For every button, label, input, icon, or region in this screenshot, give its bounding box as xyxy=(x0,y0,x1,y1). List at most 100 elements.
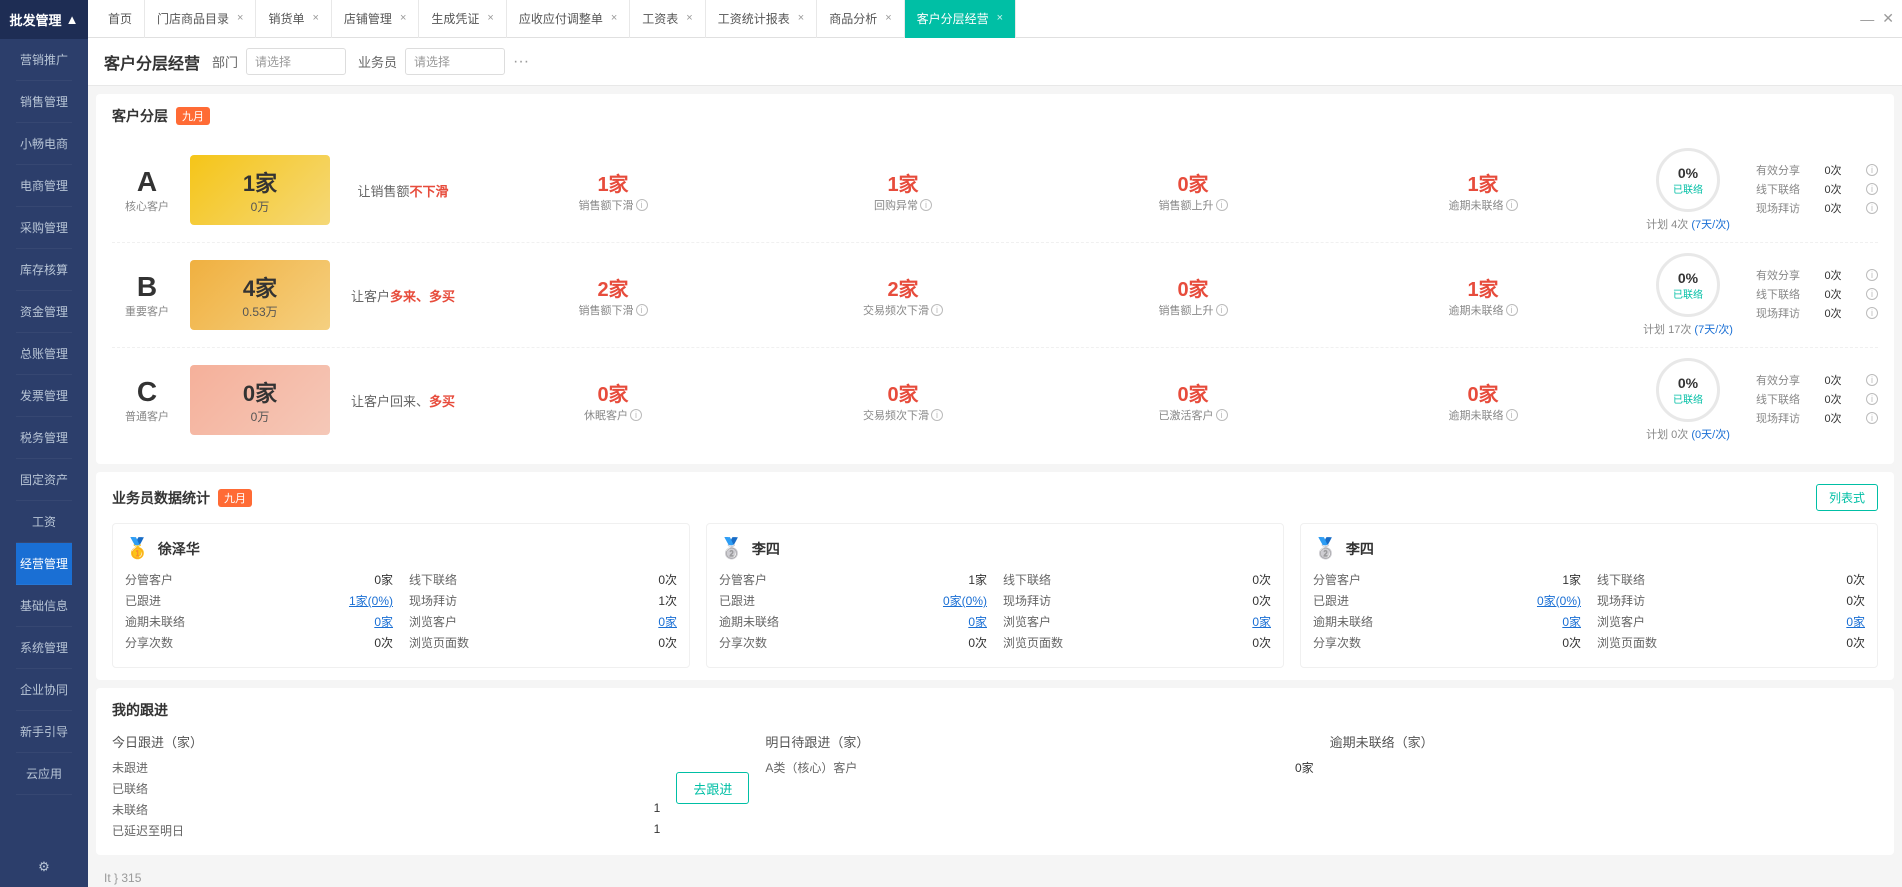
window-minimize-icon[interactable]: — xyxy=(1860,11,1874,27)
sidebar-item-税务管理[interactable]: 税务管理 xyxy=(16,417,72,459)
more-options-icon[interactable]: ··· xyxy=(513,53,529,71)
overdue-follow-col: 逾期未联络（家） xyxy=(1330,732,1878,843)
staff-row-val-1-2[interactable]: 0家 xyxy=(968,613,987,630)
staff-row-rval-0-2[interactable]: 0家 xyxy=(658,613,677,630)
tab-close-icon[interactable]: × xyxy=(798,13,804,24)
staff-row-rval-2-1: 0次 xyxy=(1846,592,1865,609)
sidebar-item-营销推广[interactable]: 营销推广 xyxy=(16,39,72,81)
info-icon-action[interactable]: i xyxy=(1866,183,1878,195)
tier-contact-A: 0% 已联络 计划 4次 (7天/次) xyxy=(1628,148,1748,232)
info-icon[interactable]: i xyxy=(1506,304,1518,316)
staff-row-left-0-1: 已跟进 1家(0%) xyxy=(125,592,393,609)
tab-首页[interactable]: 首页 xyxy=(96,0,145,38)
info-icon[interactable]: i xyxy=(1216,199,1228,211)
staff-row-rlabel-2-2: 浏览客户 xyxy=(1597,613,1645,630)
info-icon[interactable]: i xyxy=(636,199,648,211)
tab-工资表[interactable]: 工资表× xyxy=(630,0,705,38)
sidebar-item-销售管理[interactable]: 销售管理 xyxy=(16,81,72,123)
action-count-C-1: 0次 xyxy=(1824,391,1841,407)
contact-plan-B: 计划 17次 (7天/次) xyxy=(1628,321,1748,337)
tab-生成凭证[interactable]: 生成凭证× xyxy=(419,0,506,38)
sidebar-item-电商管理[interactable]: 电商管理 xyxy=(16,165,72,207)
staff-medal-1: 🥈 xyxy=(719,536,744,561)
tab-close-icon[interactable]: × xyxy=(686,13,692,24)
sidebar-item-经营管理[interactable]: 经营管理 xyxy=(16,543,72,585)
info-icon[interactable]: i xyxy=(1506,409,1518,421)
staff-row-rlabel-1-3: 浏览页面数 xyxy=(1003,634,1063,651)
info-icon[interactable]: i xyxy=(920,199,932,211)
sidebar-item-资金管理[interactable]: 资金管理 xyxy=(16,291,72,333)
tab-close-icon[interactable]: × xyxy=(611,13,617,24)
info-icon[interactable]: i xyxy=(1216,409,1228,421)
sales-select[interactable]: 请选择 xyxy=(405,48,505,75)
go-follow-button[interactable]: 去跟进 xyxy=(676,772,749,804)
staff-row-rval-2-3: 0次 xyxy=(1846,634,1865,651)
staff-row-val-1-1[interactable]: 0家(0%) xyxy=(943,592,987,609)
staff-row-right-0-3: 浏览页面数 0次 xyxy=(409,634,677,651)
info-icon-action[interactable]: i xyxy=(1866,412,1878,424)
info-icon-action[interactable]: i xyxy=(1866,393,1878,405)
staff-left-col-1: 分管客户 1家 已跟进 0家(0%) 逾期未联络 0家 分享次数 0次 xyxy=(719,571,987,655)
info-icon[interactable]: i xyxy=(931,304,943,316)
tab-close-icon[interactable]: × xyxy=(487,13,493,24)
staff-header-2: 🥈 李四 xyxy=(1313,536,1865,561)
staff-row-right-1-1: 现场拜访 0次 xyxy=(1003,592,1271,609)
sidebar-top[interactable]: 批发管理 ▲ xyxy=(0,0,88,39)
info-icon-action[interactable]: i xyxy=(1866,202,1878,214)
tab-门店商品目录[interactable]: 门店商品目录× xyxy=(145,0,256,38)
tab-店铺管理[interactable]: 店铺管理× xyxy=(332,0,419,38)
tab-应收应付调整单[interactable]: 应收应付调整单× xyxy=(507,0,630,38)
staff-medal-2: 🥈 xyxy=(1313,536,1338,561)
tab-close-icon[interactable]: × xyxy=(885,13,891,24)
sidebar-item-基础信息[interactable]: 基础信息 xyxy=(16,585,72,627)
staff-row-val-2-2[interactable]: 0家 xyxy=(1562,613,1581,630)
staff-row-rval-2-2[interactable]: 0家 xyxy=(1846,613,1865,630)
info-icon[interactable]: i xyxy=(1506,199,1518,211)
sidebar-item-总账管理[interactable]: 总账管理 xyxy=(16,333,72,375)
info-icon-action[interactable]: i xyxy=(1866,269,1878,281)
staff-row-val-0-1[interactable]: 1家(0%) xyxy=(349,592,393,609)
info-icon-action[interactable]: i xyxy=(1866,288,1878,300)
plan-link-C[interactable]: (0天/次) xyxy=(1691,429,1730,441)
stat-num-A-1: 1家 xyxy=(887,168,918,197)
tab-close-icon[interactable]: × xyxy=(997,13,1003,24)
sidebar-top-label: 批发管理 xyxy=(10,10,62,29)
sidebar-item-云应用[interactable]: 云应用 xyxy=(16,753,72,795)
staff-row-val-2-1[interactable]: 0家(0%) xyxy=(1537,592,1581,609)
tab-close-icon[interactable]: × xyxy=(312,13,318,24)
sidebar-item-企业协同[interactable]: 企业协同 xyxy=(16,669,72,711)
sidebar-item-系统管理[interactable]: 系统管理 xyxy=(16,627,72,669)
tier-action-C: 让客户回来、多买 xyxy=(338,391,468,410)
staff-row-rval-1-2[interactable]: 0家 xyxy=(1252,613,1271,630)
stat-num-C-2: 0家 xyxy=(1177,378,1208,407)
info-icon[interactable]: i xyxy=(931,409,943,421)
sidebar-item-库存核算[interactable]: 库存核算 xyxy=(16,249,72,291)
gear-icon[interactable]: ⚙ xyxy=(0,847,88,887)
sidebar-item-工资[interactable]: 工资 xyxy=(16,501,72,543)
plan-link-A[interactable]: (7天/次) xyxy=(1691,219,1730,231)
tab-销货单[interactable]: 销货单× xyxy=(256,0,331,38)
info-icon[interactable]: i xyxy=(636,304,648,316)
info-icon-action[interactable]: i xyxy=(1866,164,1878,176)
info-icon-action[interactable]: i xyxy=(1866,374,1878,386)
sidebar-item-新手引导[interactable]: 新手引导 xyxy=(16,711,72,753)
sidebar-item-小畅电商[interactable]: 小畅电商 xyxy=(16,123,72,165)
sidebar-item-采购管理[interactable]: 采购管理 xyxy=(16,207,72,249)
sidebar-item-固定资产[interactable]: 固定资产 xyxy=(16,459,72,501)
info-icon[interactable]: i xyxy=(1216,304,1228,316)
info-icon-action[interactable]: i xyxy=(1866,307,1878,319)
plan-link-B[interactable]: (7天/次) xyxy=(1694,324,1733,336)
sidebar-item-发票管理[interactable]: 发票管理 xyxy=(16,375,72,417)
go-follow-btn-container: 去跟进 xyxy=(676,732,749,843)
dept-select[interactable]: 请选择 xyxy=(246,48,346,75)
tab-close-icon[interactable]: × xyxy=(400,13,406,24)
tab-商品分析[interactable]: 商品分析× xyxy=(817,0,904,38)
tab-工资统计报表[interactable]: 工资统计报表× xyxy=(706,0,817,38)
window-close-icon[interactable]: ✕ xyxy=(1882,10,1894,27)
sidebar-toggle-icon[interactable]: ▲ xyxy=(66,12,79,27)
tab-close-icon[interactable]: × xyxy=(237,13,243,24)
list-view-button[interactable]: 列表式 xyxy=(1816,484,1878,511)
info-icon[interactable]: i xyxy=(630,409,642,421)
staff-row-val-0-2[interactable]: 0家 xyxy=(374,613,393,630)
tab-客户分层经营[interactable]: 客户分层经营× xyxy=(905,0,1016,38)
